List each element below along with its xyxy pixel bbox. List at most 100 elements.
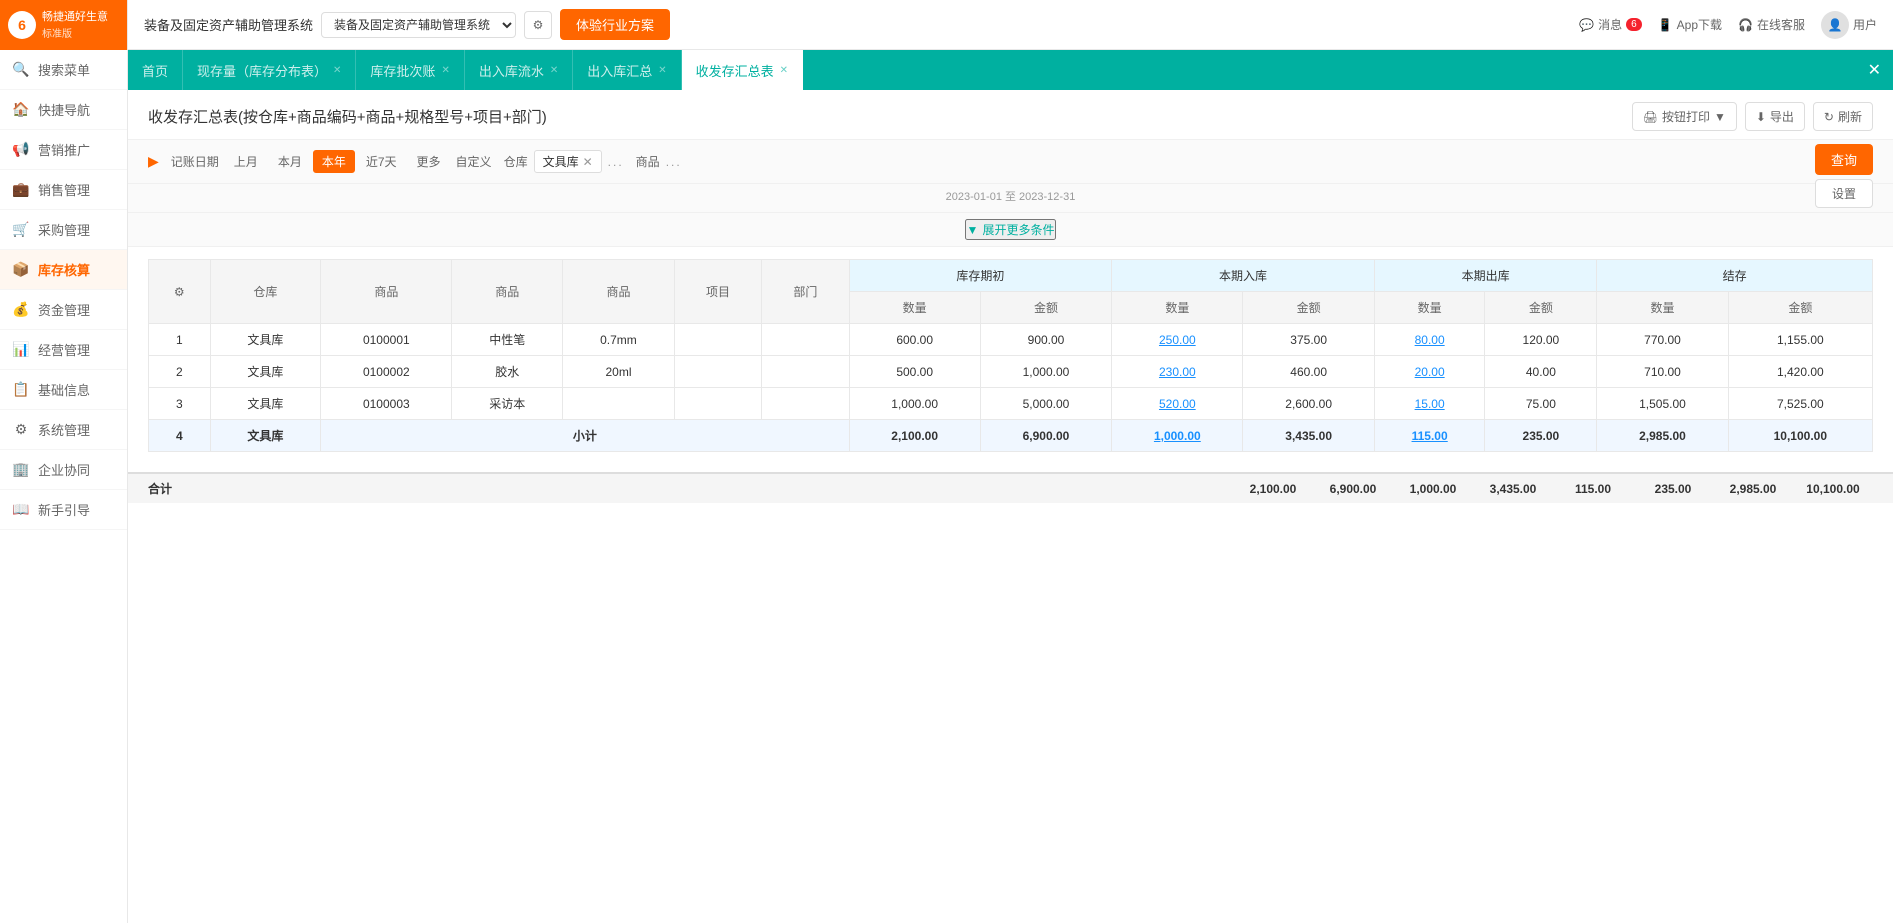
date-btn-上月[interactable]: 上月 [225, 150, 267, 173]
sidebar-item-search[interactable]: 🔍搜索菜单 [0, 50, 127, 90]
row-goods-code: 0100001 [321, 324, 452, 356]
user-action[interactable]: 👤 用户 [1821, 11, 1877, 39]
sidebar-item-system[interactable]: ⚙系统管理 [0, 410, 127, 450]
inbound-group-header: 本期入库 [1112, 260, 1375, 292]
query-button[interactable]: 查询 [1815, 144, 1873, 175]
sidebar-item-finance[interactable]: 💰资金管理 [0, 290, 127, 330]
row-open-amt: 900.00 [980, 324, 1111, 356]
sidebar-item-enterprise[interactable]: 🏢企业协同 [0, 450, 127, 490]
close-all-tabs[interactable]: ✕ [1856, 60, 1893, 80]
tab-stock-dist[interactable]: 现存量（库存分布表）✕ [183, 50, 356, 90]
subtotal-no: 4 [149, 420, 211, 452]
tab-label-inout-summary: 出入库汇总 [587, 61, 652, 80]
settings-col-header[interactable]: ⚙ [149, 260, 211, 324]
app-download-action[interactable]: 📱 App下载 [1658, 16, 1722, 33]
settings-col-icon: ⚙ [174, 285, 185, 299]
refresh-button[interactable]: ↻ 刷新 [1813, 102, 1873, 131]
refresh-icon: ↻ [1824, 110, 1834, 124]
tab-close-stock-dist[interactable]: ✕ [333, 65, 341, 76]
row-close-qty: 710.00 [1597, 356, 1728, 388]
date-btn-本年[interactable]: 本年 [313, 150, 355, 173]
trial-button[interactable]: 体验行业方案 [560, 9, 670, 40]
sidebar-item-sales[interactable]: 💼 销售管理 [0, 170, 127, 210]
row-dept [762, 356, 849, 388]
inventory-icon: 📦 [12, 261, 30, 278]
total-out-qty: 115.00 [1553, 482, 1633, 496]
system-icon: ⚙ [12, 421, 30, 438]
settings-filter-button[interactable]: 设置 [1815, 179, 1873, 208]
online-service-action[interactable]: 🎧 在线客服 [1738, 16, 1805, 33]
date-filter-label: 记账日期 [171, 153, 219, 170]
sidebar-item-operation[interactable]: 📊经营管理 [0, 330, 127, 370]
row-out-qty[interactable]: 20.00 [1374, 356, 1485, 388]
row-in-qty[interactable]: 250.00 [1112, 324, 1243, 356]
logo-icon: 6 [8, 11, 36, 39]
row-out-qty[interactable]: 15.00 [1374, 388, 1485, 420]
row-goods-name: 中性笔 [452, 324, 563, 356]
sales-icon: 💼 [12, 181, 30, 198]
row-in-qty[interactable]: 230.00 [1112, 356, 1243, 388]
row-project [674, 356, 761, 388]
total-close-qty: 2,985.00 [1713, 482, 1793, 496]
sidebar-item-label: 快捷导航 [38, 100, 90, 119]
warehouse-col-header: 仓库 [210, 260, 321, 324]
dept-col-header: 部门 [762, 260, 849, 324]
goods-name-col-header: 商品 [452, 260, 563, 324]
tab-recv-send[interactable]: 收发存汇总表✕ [682, 50, 803, 90]
sidebar-item-label: 资金管理 [38, 300, 90, 319]
topbar: 装备及固定资产辅助管理系统 装备及固定资产辅助管理系统 ⚙ 体验行业方案 💬 消… [128, 0, 1893, 50]
sidebar-item-basic-info[interactable]: 📋基础信息 [0, 370, 127, 410]
system-selector[interactable]: 装备及固定资产辅助管理系统 [321, 12, 516, 38]
tab-close-inout-summary[interactable]: ✕ [658, 65, 666, 76]
message-action[interactable]: 💬 消息 6 [1579, 16, 1642, 33]
expand-more-button[interactable]: ▼ 展开更多条件 [965, 219, 1057, 240]
sidebar-item-guide[interactable]: 📖新手引导 [0, 490, 127, 530]
date-btn-更多[interactable]: 更多 [408, 150, 450, 173]
row-no: 1 [149, 324, 211, 356]
export-button[interactable]: ⬇ 导出 [1745, 102, 1805, 131]
date-btn-近7天[interactable]: 近7天 [357, 150, 406, 173]
row-project [674, 388, 761, 420]
sidebar-item-inventory[interactable]: 📦库存核算 [0, 250, 127, 290]
row-goods-spec: 0.7mm [563, 324, 675, 356]
sidebar-item-label: 基础信息 [38, 380, 90, 399]
closing-group-header: 结存 [1597, 260, 1873, 292]
sidebar-item-label: 销售管理 [38, 180, 90, 199]
sidebar-item-marketing[interactable]: 📢营销推广 [0, 130, 127, 170]
sidebar-item-label: 企业协同 [38, 460, 90, 479]
tab-inout-flow[interactable]: 出入库流水✕ [465, 50, 573, 90]
tab-close-batch[interactable]: ✕ [441, 65, 449, 76]
total-label: 合计 [148, 480, 348, 497]
date-btn-本月[interactable]: 本月 [269, 150, 311, 173]
settings-icon[interactable]: ⚙ [524, 11, 552, 39]
row-project [674, 324, 761, 356]
print-button[interactable]: 🖨 按钮打印 ▼ [1632, 102, 1737, 131]
row-out-qty[interactable]: 80.00 [1374, 324, 1485, 356]
filter-toggle-icon[interactable]: ▶ [148, 153, 159, 170]
goods-more-dots[interactable]: ... [666, 155, 682, 169]
tab-label-batch: 库存批次账 [370, 61, 435, 80]
tab-close-inout-flow[interactable]: ✕ [550, 65, 558, 76]
filter-container: ▶ 记账日期 上月本月本年近7天更多 自定义 仓库 文具库 ✕ ... 商品 [128, 140, 1893, 247]
warehouse-more-dots[interactable]: ... [608, 155, 624, 169]
row-in-qty[interactable]: 520.00 [1112, 388, 1243, 420]
tab-inout-summary[interactable]: 出入库汇总 ✕ [573, 50, 681, 90]
tab-home[interactable]: 首页 [128, 50, 183, 90]
row-goods-spec: 20ml [563, 356, 675, 388]
sidebar-item-purchase[interactable]: 🛒采购管理 [0, 210, 127, 250]
row-warehouse: 文具库 [210, 356, 321, 388]
search-icon: 🔍 [12, 61, 30, 78]
warehouse-tag: 文具库 ✕ [534, 150, 602, 173]
warehouse-tag-close[interactable]: ✕ [583, 155, 593, 169]
subtotal-out-qty[interactable]: 115.00 [1374, 420, 1485, 452]
tab-batch[interactable]: 库存批次账 ✕ [356, 50, 464, 90]
tab-close-recv-send[interactable]: ✕ [780, 65, 788, 76]
row-dept [762, 388, 849, 420]
headset-icon: 🎧 [1738, 18, 1753, 32]
row-close-amt: 1,155.00 [1728, 324, 1872, 356]
row-close-qty: 1,505.00 [1597, 388, 1728, 420]
subtotal-in-qty[interactable]: 1,000.00 [1112, 420, 1243, 452]
row-goods-name: 胶水 [452, 356, 563, 388]
subtotal-close-amt: 10,100.00 [1728, 420, 1872, 452]
sidebar-item-quick-nav[interactable]: 🏠快捷导航 [0, 90, 127, 130]
